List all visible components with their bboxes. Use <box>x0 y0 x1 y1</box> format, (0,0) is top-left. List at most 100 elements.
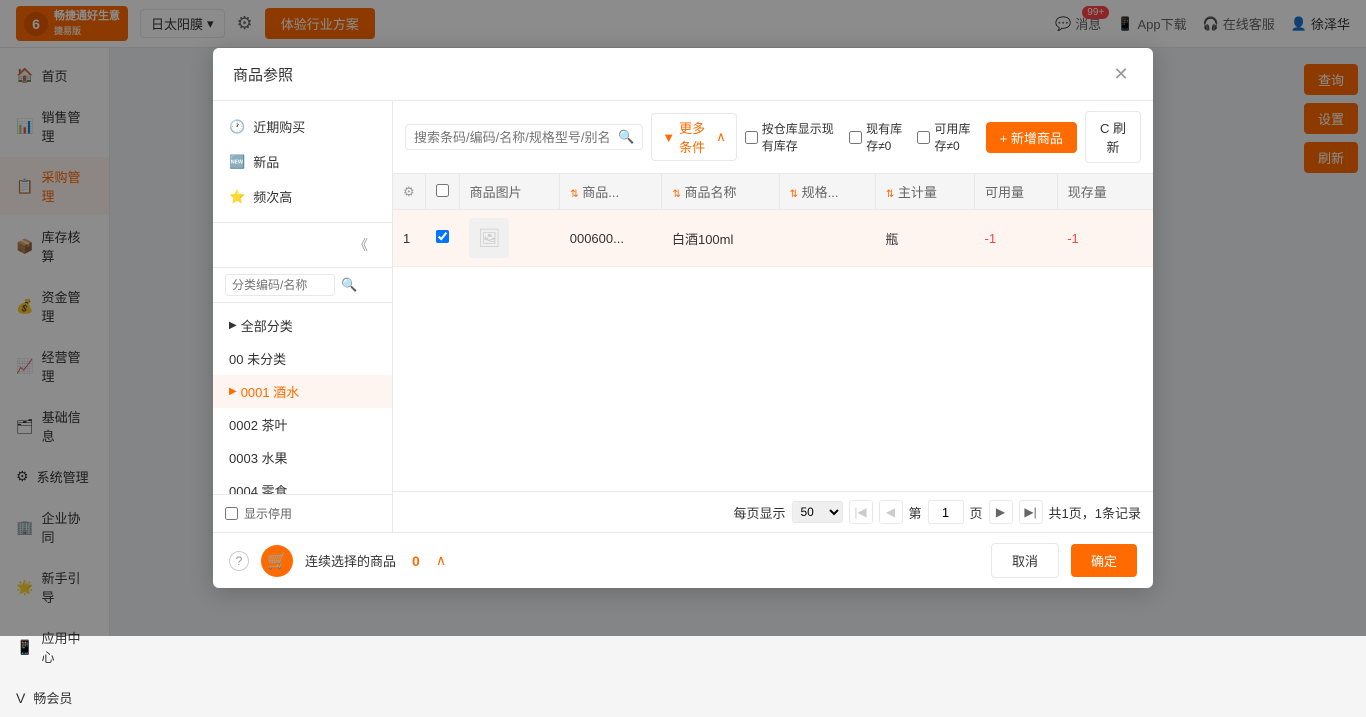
select-all-checkbox[interactable] <box>436 184 449 197</box>
product-table-container: ⚙ 商品图片 ⇅ 商品... <box>393 174 1153 491</box>
collapse-panel-button[interactable]: 《 <box>346 231 376 259</box>
table-settings-header[interactable]: ⚙ <box>393 174 425 210</box>
sort-icon-code: ⇅ <box>570 189 578 200</box>
product-image: 🖼 <box>469 218 509 258</box>
modal-footer: ? 🛒 连续选择的商品 0 ∧ 取消 确定 <box>213 532 1153 588</box>
modal-body: 🕐 近期购买 🆕 新品 ⭐ 频次高 《 🔍 <box>213 101 1153 532</box>
prev-page-button[interactable]: ◀ <box>879 500 903 524</box>
modal-title: 商品参照 <box>233 64 293 85</box>
row-seq: 1 <box>393 210 425 267</box>
cancel-button[interactable]: 取消 <box>991 543 1059 578</box>
new-label: 新品 <box>253 152 279 171</box>
product-search-input[interactable] <box>414 130 614 145</box>
filter-label: 更多条件 <box>679 118 712 156</box>
row-name: 白酒100ml <box>662 210 779 267</box>
table-header-image: 商品图片 <box>459 174 560 210</box>
table-header-unit[interactable]: ⇅ 主计量 <box>875 174 974 210</box>
category-search-area: 🔍 <box>213 268 392 303</box>
pagination: 每页显示 50 10 20 100 |◀ ◀ 第 页 ▶ ▶| 共1页，1条记录 <box>393 491 1153 532</box>
stock-nonzero-checkbox[interactable] <box>849 131 862 144</box>
category-all[interactable]: ▶ 全部分类 <box>213 309 392 342</box>
new-product-item[interactable]: 🆕 新品 <box>213 144 392 179</box>
category-search-input[interactable] <box>225 274 335 296</box>
recent-menu: 🕐 近期购买 🆕 新品 ⭐ 频次高 <box>213 101 392 223</box>
page-size-select[interactable]: 50 10 20 100 <box>792 501 843 523</box>
show-disabled-label: 显示停用 <box>244 505 292 522</box>
frequent-icon: ⭐ <box>229 189 245 205</box>
category-0002[interactable]: 0002 茶叶 <box>213 408 392 441</box>
next-page-button[interactable]: ▶ <box>989 500 1013 524</box>
table-header-stock: 现存量 <box>1057 174 1153 210</box>
available-nonzero-filter: 可用库存≠0 <box>917 120 977 154</box>
product-table: ⚙ 商品图片 ⇅ 商品... <box>393 174 1153 267</box>
category-search-icon[interactable]: 🔍 <box>341 277 357 293</box>
recent-icon: 🕐 <box>229 119 245 135</box>
recent-purchase-item[interactable]: 🕐 近期购买 <box>213 109 392 144</box>
row-available: -1 <box>975 210 1058 267</box>
more-filters-button[interactable]: ▼ 更多条件 ∧ <box>651 113 737 161</box>
total-info: 共1页，1条记录 <box>1049 503 1141 522</box>
table-row[interactable]: 1 🖼 000600... 白酒100ml 瓶 -1 <box>393 210 1153 267</box>
refresh-product-button[interactable]: C 刷新 <box>1085 111 1141 163</box>
category-00[interactable]: 00 未分类 <box>213 342 392 375</box>
sidebar-item-member[interactable]: V 畅会员 <box>0 678 109 717</box>
footer-collapse-button[interactable]: ∧ <box>436 552 446 569</box>
show-disabled-area: 显示停用 <box>213 494 392 532</box>
sort-icon-name: ⇅ <box>672 189 680 200</box>
available-nonzero-label: 可用库存≠0 <box>934 120 977 154</box>
warehouse-checkbox[interactable] <box>745 131 758 144</box>
table-header-spec[interactable]: ⇅ 规格... <box>779 174 875 210</box>
cart-icon-button[interactable]: 🛒 <box>261 545 293 577</box>
row-stock: -1 <box>1057 210 1153 267</box>
continuous-label: 连续选择的商品 <box>305 551 396 570</box>
category-0001-label: 0001 酒水 <box>241 382 300 401</box>
warehouse-label: 按仓库显示现有库存 <box>762 120 841 154</box>
product-search-box: 🔍 <box>405 124 643 150</box>
page-unit: 页 <box>970 503 983 522</box>
table-checkbox-header <box>425 174 459 210</box>
category-0003-label: 0003 水果 <box>229 451 288 466</box>
page-number-input[interactable] <box>928 500 964 524</box>
modal-toolbar: 🔍 ▼ 更多条件 ∧ 按仓库显示现有库存 现有库存≠0 可用库存≠0 <box>393 101 1153 174</box>
modal-left-panel: 🕐 近期购买 🆕 新品 ⭐ 频次高 《 🔍 <box>213 101 393 532</box>
last-page-button[interactable]: ▶| <box>1019 500 1043 524</box>
category-0002-label: 0002 茶叶 <box>229 418 288 433</box>
category-all-label: 全部分类 <box>241 316 293 335</box>
filter-arrow-icon: ∧ <box>716 129 726 145</box>
category-0004-label: 0004 零食 <box>229 484 288 494</box>
table-header-available: 可用量 <box>975 174 1058 210</box>
recent-label: 近期购买 <box>253 117 305 136</box>
member-icon: V <box>16 690 25 706</box>
modal-close-button[interactable]: ✕ <box>1109 62 1133 86</box>
row-select-checkbox[interactable] <box>436 230 449 243</box>
product-reference-modal: 商品参照 ✕ 🕐 近期购买 🆕 新品 ⭐ 频次高 《 <box>213 48 1153 588</box>
category-list: ▶ 全部分类 00 未分类 ▶ 0001 酒水 0002 茶叶 0003 水果 <box>213 303 392 494</box>
filter-icon: ▼ <box>662 130 675 145</box>
frequent-label: 频次高 <box>253 187 292 206</box>
help-icon[interactable]: ? <box>229 551 249 571</box>
table-header-name[interactable]: ⇅ 商品名称 <box>662 174 779 210</box>
stock-nonzero-filter: 现有库存≠0 <box>849 120 909 154</box>
table-header-code[interactable]: ⇅ 商品... <box>560 174 662 210</box>
frequent-item[interactable]: ⭐ 频次高 <box>213 179 392 214</box>
sort-icon-unit: ⇅ <box>886 189 894 200</box>
table-header-row: ⚙ 商品图片 ⇅ 商品... <box>393 174 1153 210</box>
arrow-0001-icon: ▶ <box>229 386 237 397</box>
sort-icon-spec: ⇅ <box>790 189 798 200</box>
category-0003[interactable]: 0003 水果 <box>213 441 392 474</box>
row-spec <box>779 210 875 267</box>
confirm-button[interactable]: 确定 <box>1071 544 1137 577</box>
category-0001[interactable]: ▶ 0001 酒水 <box>213 375 392 408</box>
selection-count: 0 <box>412 553 420 569</box>
all-arrow-icon: ▶ <box>229 320 237 331</box>
available-nonzero-checkbox[interactable] <box>917 131 930 144</box>
search-icon[interactable]: 🔍 <box>618 129 634 145</box>
new-icon: 🆕 <box>229 154 245 170</box>
add-product-button[interactable]: + 新增商品 <box>986 122 1077 153</box>
category-0004[interactable]: 0004 零食 <box>213 474 392 494</box>
show-disabled-checkbox[interactable] <box>225 507 238 520</box>
modal-right-panel: 🔍 ▼ 更多条件 ∧ 按仓库显示现有库存 现有库存≠0 可用库存≠0 <box>393 101 1153 532</box>
category-00-label: 00 未分类 <box>229 352 286 367</box>
first-page-button[interactable]: |◀ <box>849 500 873 524</box>
apps-icon: 📱 <box>16 639 33 656</box>
